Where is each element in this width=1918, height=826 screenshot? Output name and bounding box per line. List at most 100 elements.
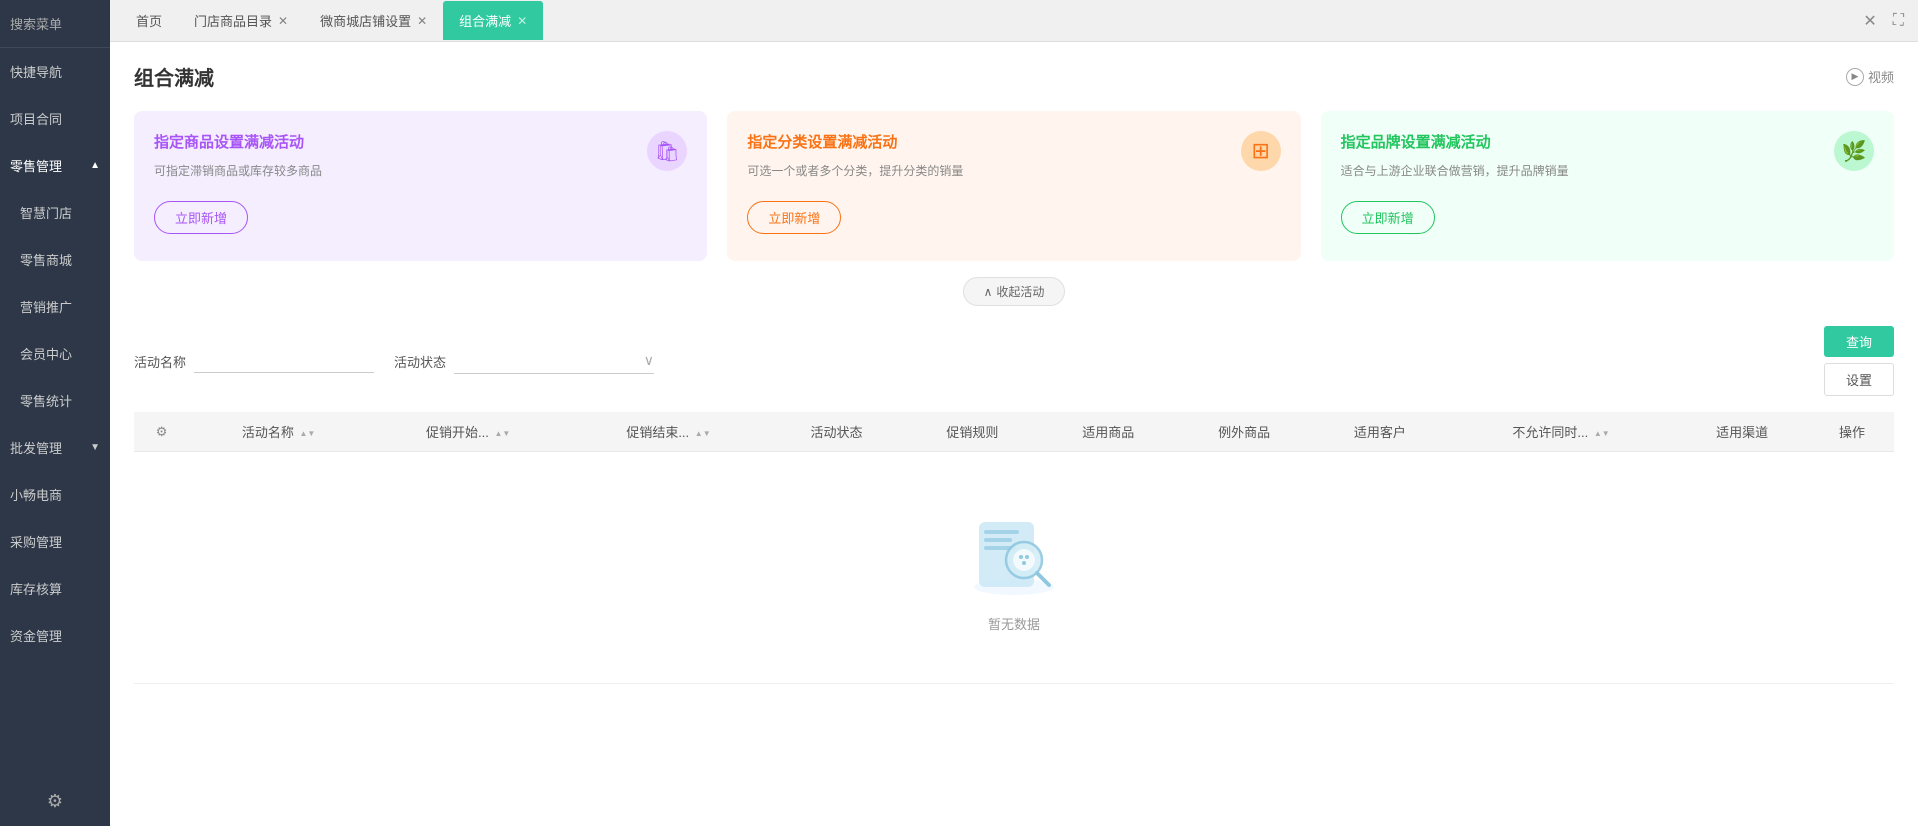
- sidebar-settings[interactable]: ⚙: [0, 777, 110, 826]
- col-applicable-channel-label: 适用渠道: [1716, 425, 1768, 440]
- collapse-label: 收起活动: [996, 283, 1044, 300]
- sidebar-item-funds-mgmt[interactable]: 资金管理: [0, 612, 110, 659]
- activity-name-field: 活动名称: [134, 349, 374, 373]
- sidebar-item-project-contract[interactable]: 项目合同: [0, 95, 110, 142]
- sidebar-item-retail-mall[interactable]: 零售商城: [0, 236, 110, 283]
- sort-arrows-promo-end[interactable]: ▲▼: [695, 429, 711, 438]
- col-activity-status: 活动状态: [769, 412, 905, 452]
- sidebar-item-xiaochange-ecom[interactable]: 小畅电商: [0, 471, 110, 518]
- col-settings[interactable]: ⚙: [134, 412, 189, 452]
- col-operation-label: 操作: [1839, 425, 1865, 440]
- video-label: 视频: [1868, 67, 1894, 86]
- brand-activity-desc: 适合与上游企业联合做营销，提升品牌销量: [1341, 162, 1874, 181]
- col-applicable-goods-label: 适用商品: [1082, 425, 1134, 440]
- sidebar-item-purchase-mgmt[interactable]: 采购管理: [0, 518, 110, 565]
- tab-store-catalog-close[interactable]: ✕: [278, 14, 288, 28]
- video-link[interactable]: ▶ 视频: [1846, 67, 1894, 86]
- close-window-button[interactable]: ✕: [1859, 7, 1880, 35]
- col-no-concurrent: 不允许同时... ▲▼: [1448, 412, 1674, 452]
- chevron-up-icon: ∧: [984, 285, 993, 299]
- empty-illustration: [954, 502, 1074, 602]
- sidebar-item-label: 智慧门店: [20, 203, 72, 222]
- tab-wechat-store[interactable]: 微商城店铺设置 ✕: [304, 1, 443, 40]
- sidebar-item-marketing[interactable]: 营销推广: [0, 283, 110, 330]
- sort-arrows-no-concurrent[interactable]: ▲▼: [1594, 429, 1610, 438]
- category-activity-desc: 可选一个或者多个分类，提升分类的销量: [747, 162, 1280, 181]
- chevron-up-icon: ▲: [90, 160, 100, 171]
- tab-wechat-store-close[interactable]: ✕: [417, 14, 427, 28]
- tab-combo-discount[interactable]: 组合满减 ✕: [443, 1, 543, 40]
- search-bar: 活动名称 活动状态 ∨ 查询 设置: [134, 326, 1894, 396]
- collapse-activity-button[interactable]: ∧ 收起活动: [963, 277, 1066, 306]
- sidebar: 搜索菜单 快捷导航 项目合同 零售管理 ▲ 智慧门店 零售商城 营销推广 会员中…: [0, 0, 110, 826]
- brand-activity-icon: 🌿: [1834, 131, 1874, 171]
- category-activity-add-button[interactable]: 立即新增: [747, 201, 841, 234]
- sidebar-item-retail-stats[interactable]: 零售统计: [0, 377, 110, 424]
- activity-status-select[interactable]: ∨: [454, 348, 654, 374]
- page-title: 组合满减: [134, 62, 214, 91]
- brand-activity-add-button[interactable]: 立即新增: [1341, 201, 1435, 234]
- sidebar-item-label: 资金管理: [10, 626, 62, 645]
- tab-bar-actions: ✕ ⛶: [1859, 7, 1908, 35]
- brand-activity-card: 🌿 指定品牌设置满减活动 适合与上游企业联合做营销，提升品牌销量 立即新增: [1321, 111, 1894, 261]
- query-button[interactable]: 查询: [1824, 326, 1894, 357]
- sidebar-item-wholesale-mgmt[interactable]: 批发管理 ▼: [0, 424, 110, 471]
- sidebar-item-label: 批发管理: [10, 438, 62, 457]
- data-table: ⚙ 活动名称 ▲▼ 促销开始... ▲▼ 促销结束... ▲▼: [134, 412, 1894, 684]
- chevron-down-icon: ▼: [90, 442, 100, 453]
- brand-activity-title: 指定品牌设置满减活动: [1341, 131, 1874, 152]
- activity-name-input[interactable]: [194, 349, 374, 373]
- product-activity-title: 指定商品设置满减活动: [154, 131, 687, 152]
- category-activity-icon: ⊞: [1241, 131, 1281, 171]
- col-applicable-customer-label: 适用客户: [1354, 425, 1406, 440]
- sidebar-item-inventory-calc[interactable]: 库存核算: [0, 565, 110, 612]
- tab-combo-discount-label: 组合满减: [459, 11, 511, 30]
- expand-window-button[interactable]: ⛶: [1889, 7, 1908, 35]
- col-exception-goods-label: 例外商品: [1218, 425, 1270, 440]
- sidebar-item-label: 小畅电商: [10, 485, 62, 504]
- col-activity-name: 活动名称 ▲▼: [189, 412, 368, 452]
- activity-status-label: 活动状态: [394, 352, 446, 371]
- settings-icon[interactable]: ⚙: [156, 424, 168, 439]
- sidebar-search[interactable]: 搜索菜单: [0, 0, 110, 48]
- tab-home[interactable]: 首页: [120, 1, 178, 40]
- col-applicable-customer: 适用客户: [1312, 412, 1448, 452]
- sidebar-item-quick-nav[interactable]: 快捷导航: [0, 48, 110, 95]
- sidebar-item-label: 营销推广: [20, 297, 72, 316]
- col-promo-rule-label: 促销规则: [946, 425, 998, 440]
- empty-state-row: 暂无数据: [134, 452, 1894, 684]
- col-promo-start-label: 促销开始...: [426, 425, 489, 440]
- table-header-row: ⚙ 活动名称 ▲▼ 促销开始... ▲▼ 促销结束... ▲▼: [134, 412, 1894, 452]
- col-promo-rule: 促销规则: [904, 412, 1040, 452]
- tab-bar: 首页 门店商品目录 ✕ 微商城店铺设置 ✕ 组合满减 ✕ ✕ ⛶: [110, 0, 1918, 42]
- col-activity-status-label: 活动状态: [811, 425, 863, 440]
- settings-button[interactable]: 设置: [1824, 363, 1894, 396]
- empty-svg: [954, 502, 1074, 602]
- sidebar-item-smart-store[interactable]: 智慧门店: [0, 189, 110, 236]
- col-promo-end: 促销结束... ▲▼: [568, 412, 768, 452]
- sidebar-item-label: 零售商城: [20, 250, 72, 269]
- empty-text: 暂无数据: [988, 614, 1040, 633]
- category-activity-title: 指定分类设置满减活动: [747, 131, 1280, 152]
- tab-home-label: 首页: [136, 11, 162, 30]
- col-exception-goods: 例外商品: [1176, 412, 1312, 452]
- sidebar-item-member-center[interactable]: 会员中心: [0, 330, 110, 377]
- sort-arrows-activity-name[interactable]: ▲▼: [299, 429, 315, 438]
- tab-store-catalog[interactable]: 门店商品目录 ✕: [178, 1, 304, 40]
- search-actions: 查询 设置: [1824, 326, 1894, 396]
- sidebar-item-label: 库存核算: [10, 579, 62, 598]
- sort-arrows-promo-start[interactable]: ▲▼: [494, 429, 510, 438]
- product-activity-add-button[interactable]: 立即新增: [154, 201, 248, 234]
- tab-combo-discount-close[interactable]: ✕: [517, 14, 527, 28]
- sidebar-search-label: 搜索菜单: [10, 17, 62, 32]
- product-activity-desc: 可指定滞销商品或库存较多商品: [154, 162, 687, 181]
- tab-wechat-store-label: 微商城店铺设置: [320, 11, 411, 30]
- main-content: 首页 门店商品目录 ✕ 微商城店铺设置 ✕ 组合满减 ✕ ✕ ⛶ 组合满减 ▶ …: [110, 0, 1918, 826]
- gear-icon: ⚙: [47, 791, 63, 812]
- empty-state-cell: 暂无数据: [134, 452, 1894, 684]
- sidebar-item-label: 会员中心: [20, 344, 72, 363]
- sidebar-item-label: 采购管理: [10, 532, 62, 551]
- content-area: 组合满减 ▶ 视频 🛍 指定商品设置满减活动 可指定滞销商品或库存较多商品 立即…: [110, 42, 1918, 826]
- col-no-concurrent-label: 不允许同时...: [1512, 425, 1588, 440]
- sidebar-item-retail-mgmt[interactable]: 零售管理 ▲: [0, 142, 110, 189]
